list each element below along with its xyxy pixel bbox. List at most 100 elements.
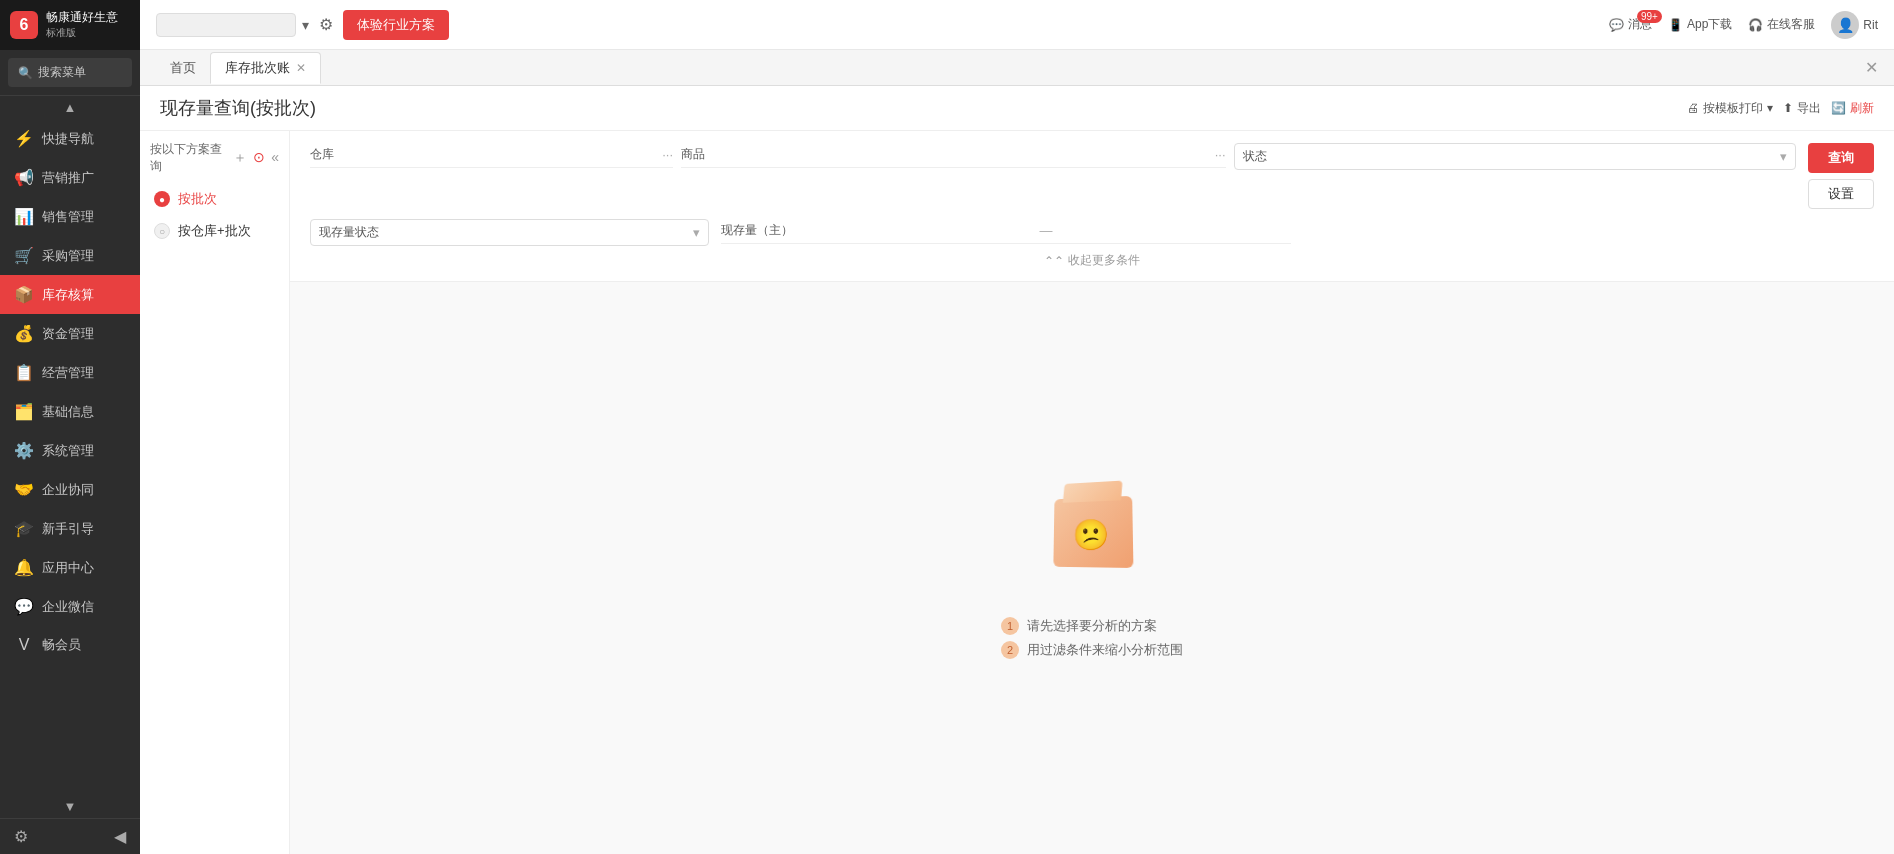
trial-button[interactable]: 体验行业方案 [343,10,449,40]
app-download-label: App下载 [1687,16,1732,33]
sidebar-item-newbie[interactable]: 🎓 新手引导 [0,509,140,548]
quick-nav-icon: ⚡ [14,129,34,148]
sidebar-scroll-down[interactable]: ▼ [0,795,140,818]
print-dropdown-icon: ▾ [1767,101,1773,115]
sidebar-item-label: 基础信息 [42,403,94,421]
app-name: 畅康通好生意 [46,10,118,26]
scheme-item-warehouse-batch[interactable]: ○ 按仓库+批次 [140,215,289,247]
search-menu-button[interactable]: 🔍 搜索菜单 [8,58,132,87]
sidebar-item-finance[interactable]: 💰 资金管理 [0,314,140,353]
filter-collapse-button[interactable]: ⌃⌃ 收起更多条件 [310,252,1874,269]
scheme-warehouse-batch-label: 按仓库+批次 [178,222,251,240]
page-title: 现存量查询(按批次) [160,96,316,120]
sidebar: 6 畅康通好生意 标准版 🔍 搜索菜单 ▲ ⚡ 快捷导航 📢 营销推广 📊 销售… [0,0,140,854]
sidebar-item-purchase[interactable]: 🛒 采购管理 [0,236,140,275]
user-menu[interactable]: 👤 Rit [1831,11,1878,39]
messages-button[interactable]: 💬 消息 99+ [1609,16,1652,33]
print-button[interactable]: 🖨 按模板打印 ▾ [1687,100,1773,117]
sidebar-item-sales[interactable]: 📊 销售管理 [0,197,140,236]
operations-icon: 📋 [14,363,34,382]
sidebar-item-label: 采购管理 [42,247,94,265]
stock-status-label: 现存量状态 [319,224,379,241]
sidebar-item-appstore[interactable]: 🔔 应用中心 [0,548,140,587]
stock-qty-from-input[interactable] [801,223,1032,237]
app-download-button[interactable]: 📱 App下载 [1668,16,1732,33]
tip-text-1: 请先选择要分析的方案 [1027,617,1157,635]
right-panel: 仓库 ··· 商品 ··· [290,131,1894,854]
sidebar-item-inventory[interactable]: 📦 库存核算 [0,275,140,314]
topbar-search-input[interactable] [156,13,296,37]
left-panel-actions: ＋ ⊙ « [233,149,279,167]
toggle-sidebar-icon[interactable]: ◀ [114,827,126,846]
sidebar-item-label: 销售管理 [42,208,94,226]
tip-num-1: 1 [1001,617,1019,635]
sidebar-item-label: 企业微信 [42,598,94,616]
product-more-icon[interactable]: ··· [1215,147,1226,162]
scheme-item-batch[interactable]: ● 按批次 [140,183,289,215]
tip-text-2: 用过滤条件来缩小分析范围 [1027,641,1183,659]
sidebar-item-system[interactable]: ⚙️ 系统管理 [0,431,140,470]
export-icon: ⬆ [1783,101,1793,115]
warehouse-input[interactable] [338,147,658,161]
sales-icon: 📊 [14,207,34,226]
sidebar-item-basic[interactable]: 🗂️ 基础信息 [0,392,140,431]
query-button[interactable]: 查询 [1808,143,1874,173]
target-scheme-icon[interactable]: ⊙ [253,149,265,167]
tab-close-icon[interactable]: ✕ [296,61,306,75]
close-panel-btn[interactable]: ✕ [1865,58,1878,77]
customer-service-button[interactable]: 🎧 在线客服 [1748,16,1815,33]
sidebar-item-marketing[interactable]: 📢 营销推广 [0,158,140,197]
inventory-icon: 📦 [14,285,34,304]
app-title-block: 畅康通好生意 标准版 [46,10,118,40]
settings-icon[interactable]: ⚙ [14,827,28,846]
sidebar-item-vip[interactable]: V 畅会员 [0,626,140,664]
stock-qty-to-input[interactable] [1060,223,1291,237]
refresh-icon: 🔄 [1831,101,1846,115]
headset-icon: 🎧 [1748,18,1763,32]
status-label: 状态 [1243,148,1267,165]
scheme-batch-label: 按批次 [178,190,217,208]
username-label: Rit [1863,18,1878,32]
collab-icon: 🤝 [14,480,34,499]
empty-tip-1: 1 请先选择要分析的方案 [1001,617,1183,635]
marketing-icon: 📢 [14,168,34,187]
avatar-icon: 👤 [1837,17,1854,33]
sidebar-scroll-up[interactable]: ▲ [0,96,140,119]
warehouse-label: 仓库 [310,146,334,163]
sidebar-item-quick-nav[interactable]: ⚡ 快捷导航 [0,119,140,158]
sidebar-item-wechat[interactable]: 💬 企业微信 [0,587,140,626]
messages-badge: 99+ [1637,10,1662,23]
product-input[interactable] [709,147,1211,161]
tab-home-label: 首页 [170,59,196,77]
left-panel: 按以下方案查询 ＋ ⊙ « ● 按批次 ○ 按仓库+批次 [140,131,290,854]
sidebar-item-collab[interactable]: 🤝 企业协同 [0,470,140,509]
empty-illustration: 😕 [1032,477,1152,597]
left-panel-header: 按以下方案查询 ＋ ⊙ « [140,141,289,183]
add-scheme-icon[interactable]: ＋ [233,149,247,167]
sidebar-item-label: 应用中心 [42,559,94,577]
sidebar-item-label: 系统管理 [42,442,94,460]
empty-face-icon: 😕 [1072,517,1109,552]
collapse-panel-icon[interactable]: « [271,149,279,167]
sidebar-item-operations[interactable]: 📋 经营管理 [0,353,140,392]
warehouse-more-icon[interactable]: ··· [662,147,673,162]
sidebar-item-label: 新手引导 [42,520,94,538]
topbar-actions: 💬 消息 99+ 📱 App下载 🎧 在线客服 👤 Rit [1609,11,1878,39]
scheme-batch-dot: ● [154,191,170,207]
search-icon: 🔍 [18,66,33,80]
left-panel-title: 按以下方案查询 [150,141,233,175]
tab-inventory-batch[interactable]: 库存批次账 ✕ [210,52,321,84]
refresh-button[interactable]: 🔄 刷新 [1831,100,1874,117]
tab-home[interactable]: 首页 [156,53,210,83]
tab-inventory-batch-label: 库存批次账 [225,59,290,77]
topbar-dropdown-icon[interactable]: ▾ [302,17,309,33]
page-header-actions: 🖨 按模板打印 ▾ ⬆ 导出 🔄 刷新 [1687,100,1874,117]
message-icon: 💬 [1609,18,1624,32]
stock-status-dropdown-icon: ▾ [693,225,700,240]
export-button[interactable]: ⬆ 导出 [1783,100,1821,117]
settings-button[interactable]: 设置 [1808,179,1874,209]
topbar-settings-icon[interactable]: ⚙ [319,15,333,34]
appstore-icon: 🔔 [14,558,34,577]
topbar: ▾ ⚙ 体验行业方案 💬 消息 99+ 📱 App下载 🎧 在线客服 👤 [140,0,1894,50]
page-header: 现存量查询(按批次) 🖨 按模板打印 ▾ ⬆ 导出 🔄 刷新 [140,86,1894,131]
